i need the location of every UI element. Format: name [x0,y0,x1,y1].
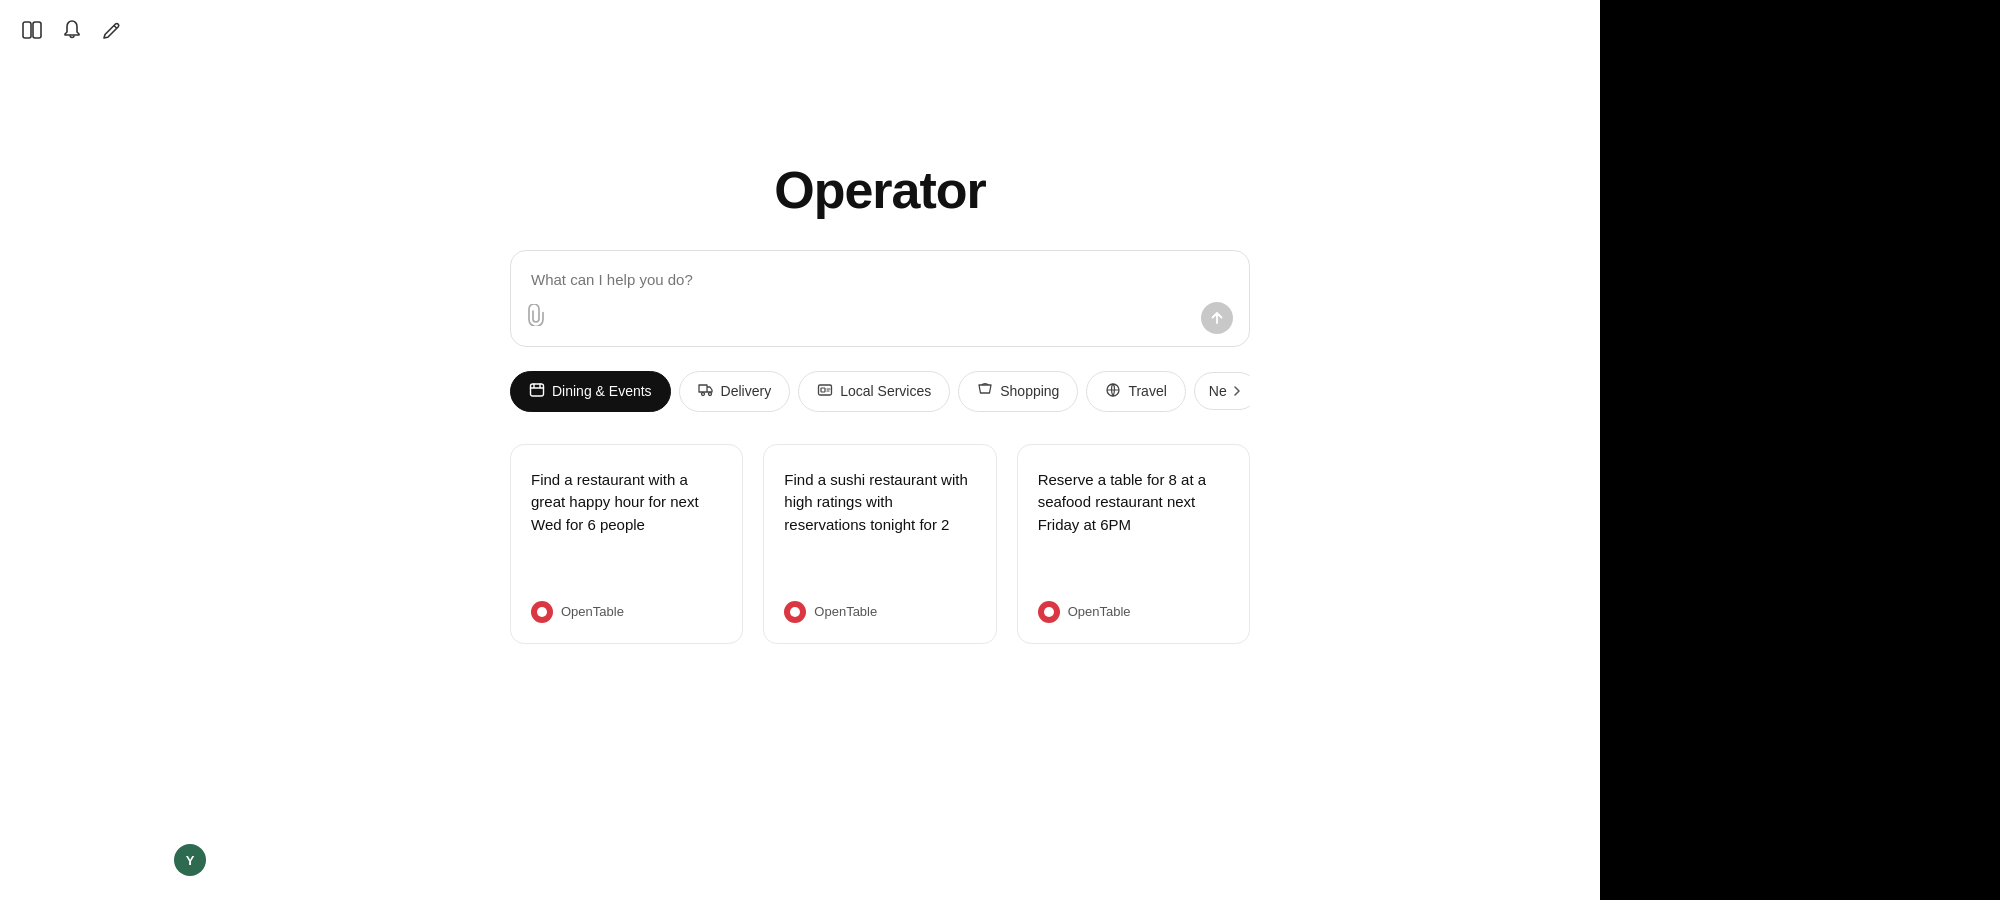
tab-shopping-label: Shopping [1000,383,1059,399]
tab-dining-events-label: Dining & Events [552,383,652,399]
svg-rect-0 [23,22,31,38]
card-1-text: Find a restaurant with a great happy hou… [531,469,722,581]
shopping-icon [977,382,993,401]
opentable-logo-3 [1038,601,1060,623]
svg-rect-1 [33,22,41,38]
card-3-text: Reserve a table for 8 at a seafood resta… [1038,469,1229,581]
edit-icon[interactable] [100,18,124,42]
opentable-logo-2 [784,601,806,623]
card-1-source: OpenTable [561,604,624,619]
tab-more-label: Ne [1209,383,1227,399]
svg-point-3 [701,392,704,395]
tab-travel[interactable]: Travel [1086,371,1185,412]
card-3[interactable]: Reserve a table for 8 at a seafood resta… [1017,444,1250,644]
card-2-text: Find a sushi restaurant with high rating… [784,469,975,581]
notification-icon[interactable] [60,18,84,42]
tab-travel-label: Travel [1128,383,1166,399]
tab-local-services[interactable]: Local Services [798,371,950,412]
tab-delivery[interactable]: Delivery [679,371,791,412]
tab-delivery-label: Delivery [721,383,772,399]
card-3-footer: OpenTable [1038,601,1229,623]
toolbar-icons [20,18,124,42]
svg-point-4 [708,392,711,395]
search-bottom [527,302,1233,334]
attach-icon[interactable] [527,304,545,331]
search-box [510,250,1250,347]
tab-shopping[interactable]: Shopping [958,371,1078,412]
sidebar-toggle-icon[interactable] [20,18,44,42]
page-title: Operator [774,160,986,220]
cards-container: Find a restaurant with a great happy hou… [510,444,1250,644]
opentable-logo-1 [531,601,553,623]
search-input[interactable] [531,269,1229,292]
card-3-source: OpenTable [1068,604,1131,619]
opentable-logo-inner-3 [1044,607,1054,617]
svg-rect-2 [531,384,544,396]
card-1[interactable]: Find a restaurant with a great happy hou… [510,444,743,644]
card-1-footer: OpenTable [531,601,722,623]
tab-local-services-label: Local Services [840,383,931,399]
avatar[interactable]: Y [174,844,206,876]
opentable-logo-inner-1 [537,607,547,617]
card-2[interactable]: Find a sushi restaurant with high rating… [763,444,996,644]
sidebar [0,0,160,900]
tab-more[interactable]: Ne [1194,372,1250,410]
local-services-icon [817,382,833,401]
dining-events-icon [529,382,545,401]
svg-rect-6 [821,388,825,392]
send-button[interactable] [1201,302,1233,334]
right-sidebar [1600,0,2000,900]
opentable-logo-inner-2 [790,607,800,617]
tab-dining-events[interactable]: Dining & Events [510,371,671,412]
main-content: Operator Dining & Events [160,0,1600,900]
delivery-icon [698,382,714,401]
card-2-source: OpenTable [814,604,877,619]
category-tabs: Dining & Events Delivery Local Services … [510,371,1250,412]
card-2-footer: OpenTable [784,601,975,623]
travel-icon [1105,382,1121,401]
